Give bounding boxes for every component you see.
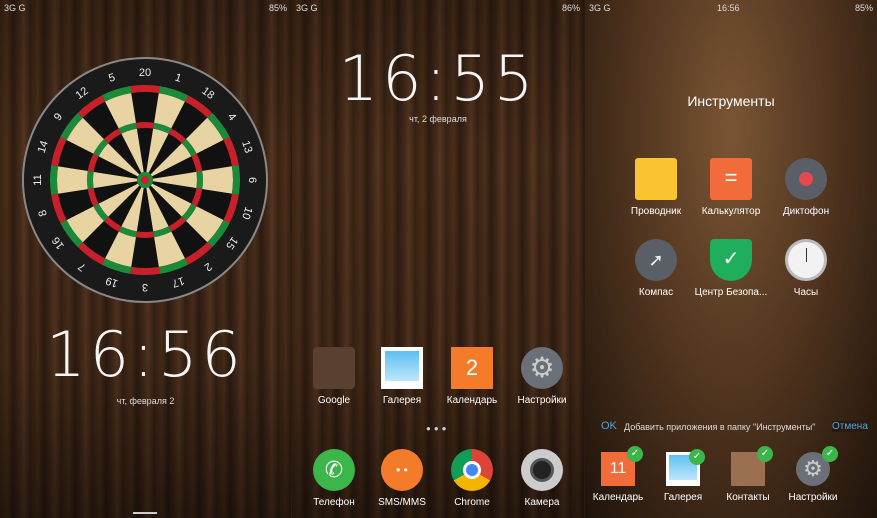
gear-icon: ⚙: [521, 347, 563, 389]
status-battery: 85%: [854, 3, 873, 13]
dartboard-segment: [231, 165, 240, 195]
check-icon: ✓: [822, 446, 838, 462]
dartboard-segment: [135, 122, 155, 129]
dartboard-segment: [57, 166, 88, 194]
app-label: Центр Безопа...: [694, 287, 768, 298]
dartboard-number: 6: [246, 177, 258, 183]
dartboard-number: 11: [32, 174, 44, 185]
status-battery: 85%: [268, 3, 287, 13]
app-label: SMS/MMS: [378, 497, 426, 508]
dartboard-segment: [131, 92, 159, 123]
app-label: Галерея: [382, 395, 422, 406]
dock-camera[interactable]: Камера: [502, 449, 582, 508]
app-settings[interactable]: ⚙ Настройки: [502, 347, 582, 406]
clock-icon: [785, 239, 827, 281]
ok-button[interactable]: OK: [601, 420, 617, 432]
dartboard-widget[interactable]: 20 11841361015217319716811149125: [20, 55, 270, 305]
dartboard-segment: [196, 170, 203, 190]
contacts-icon: ✓: [731, 446, 773, 486]
app-compass[interactable]: ➚ Компас: [616, 239, 696, 298]
calculator-icon: =: [710, 158, 752, 200]
app-label: Настройки: [788, 492, 838, 503]
dartboard-segment: [202, 166, 233, 194]
dartboard-segment: [50, 165, 59, 195]
folder-title[interactable]: Инструменты: [585, 93, 877, 109]
compass-icon: ➚: [635, 239, 677, 281]
app-calendar[interactable]: 2 Календарь: [432, 347, 512, 406]
app-label: Chrome: [454, 497, 490, 508]
google-folder-icon: [313, 347, 355, 389]
status-signal: 3G G: [4, 3, 26, 13]
dartboard-segment: [87, 170, 94, 190]
app-label: Контакты: [726, 492, 770, 503]
check-icon: ✓: [627, 446, 643, 462]
shield-icon: ✓: [710, 239, 752, 281]
home-screen-panel: 3G G 86% 16:55 чт, 2 февраля Google Гале…: [292, 0, 584, 518]
gear-icon: ⚙ ✓: [796, 446, 838, 486]
app-label: Компас: [638, 287, 674, 298]
app-calculator[interactable]: = Калькулятор: [691, 158, 771, 217]
lock-clock: 16:56: [46, 318, 245, 391]
chrome-icon: [451, 449, 493, 491]
app-label: Календарь: [592, 492, 644, 503]
app-label: Настройки: [517, 395, 567, 406]
app-gallery[interactable]: Галерея: [362, 347, 442, 406]
folder-icon: [635, 158, 677, 200]
app-recorder[interactable]: Диктофон: [766, 158, 846, 217]
dock-sms[interactable]: • • SMS/MMS: [362, 449, 442, 508]
dartboard-number: 20: [139, 67, 151, 79]
add-apps-prompt: Добавить приложения в папку "Инструменты…: [624, 422, 816, 432]
lock-date: чт, февраля 2: [116, 396, 175, 406]
calendar-icon: 2: [451, 347, 493, 389]
app-label: Камера: [524, 497, 560, 508]
lock-screen-panel: 3G G 85% 20 1 18 4 13 6 10 15 2 17 3 19 7 16 8 11 14 9 12 5…: [0, 0, 291, 518]
dartboard-segment: [130, 266, 160, 275]
app-label: Календарь: [446, 395, 498, 406]
status-time: 16:56: [717, 3, 740, 13]
app-label: Google: [317, 395, 351, 406]
add-app-settings[interactable]: ⚙ ✓ Настройки: [773, 446, 853, 503]
gallery-icon: [381, 347, 423, 389]
home-date: чт, 2 февраля: [409, 114, 467, 124]
app-clock[interactable]: Часы: [766, 239, 846, 298]
status-battery: 86%: [561, 3, 580, 13]
record-icon: [785, 158, 827, 200]
dartboard-number: 3: [142, 281, 148, 293]
folder-panel: 3G G 16:56 85% Инструменты Проводник = Ка…: [585, 0, 877, 518]
app-label: Диктофон: [782, 206, 830, 217]
app-label: Галерея: [663, 492, 703, 503]
cancel-button[interactable]: Отмена: [832, 421, 868, 432]
status-signal: 3G G: [296, 3, 318, 13]
nav-handle[interactable]: [133, 512, 157, 514]
app-file-manager[interactable]: Проводник: [616, 158, 696, 217]
calendar-icon: 11 ✓: [601, 446, 643, 486]
dartboard-segment: [131, 237, 159, 268]
message-icon: • •: [381, 449, 423, 491]
phone-icon: ✆: [313, 449, 355, 491]
app-label: Калькулятор: [701, 206, 761, 217]
status-signal: 3G G: [589, 3, 611, 13]
home-clock: 16:55: [338, 42, 538, 115]
app-security-center[interactable]: ✓ Центр Безопа...: [691, 239, 771, 298]
camera-icon: [521, 449, 563, 491]
app-label: Телефон: [313, 497, 355, 508]
app-label: Часы: [793, 287, 819, 298]
calendar-date: 11: [609, 460, 627, 477]
check-icon: ✓: [757, 446, 773, 462]
check-icon: ✓: [689, 449, 705, 465]
gallery-icon: ✓: [666, 449, 705, 486]
app-label: Проводник: [630, 206, 682, 217]
dock-chrome[interactable]: Chrome: [432, 449, 512, 508]
bullseye: [141, 176, 149, 184]
dartboard-segment: [135, 231, 155, 238]
dartboard-segment: [130, 85, 160, 94]
page-indicator[interactable]: ●●●: [426, 424, 450, 433]
